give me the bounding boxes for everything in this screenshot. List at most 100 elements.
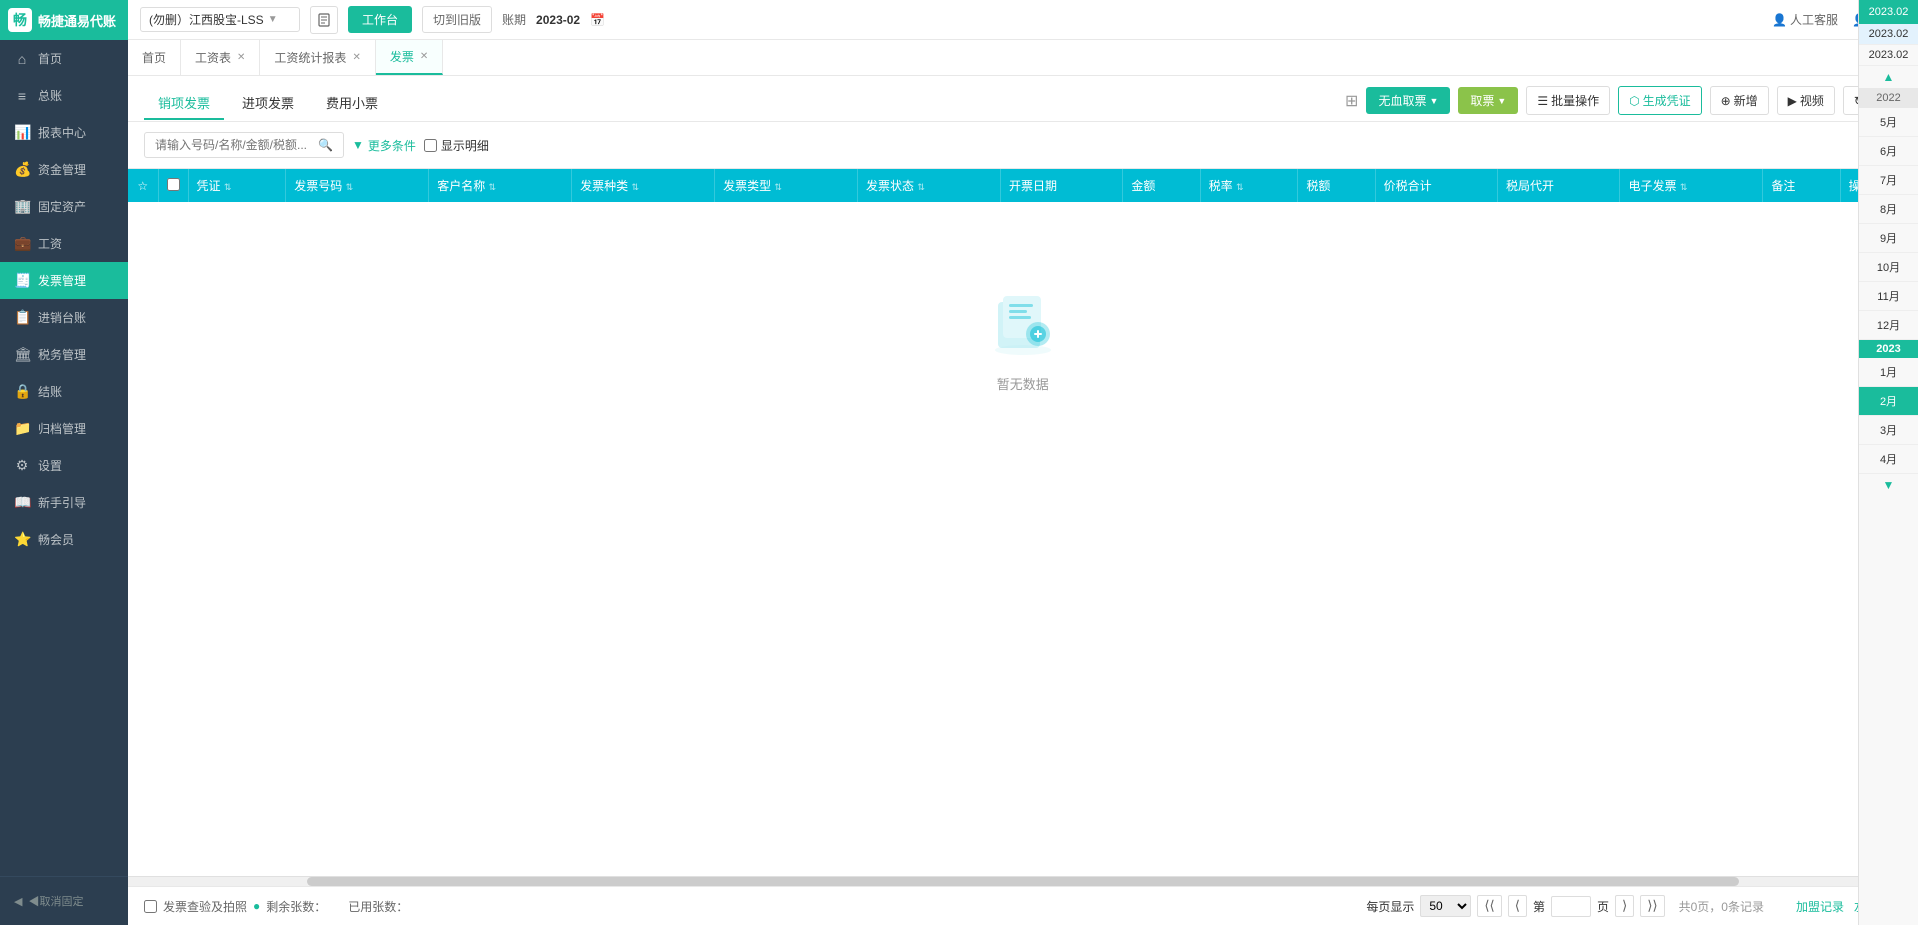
prev-page-button[interactable]: ⟨ xyxy=(1508,895,1527,917)
period-month-2-active[interactable]: 2月 xyxy=(1859,387,1918,416)
tab-salary-stats-label: 工资统计报表 xyxy=(274,49,346,66)
col-tax-incl-amount[interactable]: 价税合计 xyxy=(1375,169,1497,202)
filter-label: 更多条件 xyxy=(368,137,416,154)
col-tax-code[interactable]: 税局代开 xyxy=(1498,169,1620,202)
period-month-3[interactable]: 3月 xyxy=(1859,416,1918,445)
video-icon: ▶ xyxy=(1788,94,1797,108)
show-detail-toggle[interactable]: 显示明细 xyxy=(424,137,489,154)
sidebar: 畅 畅捷通易代账 ⌂ 首页 ≡ 总账 📊 报表中心 💰 资金管理 🏢 固定资产 … xyxy=(0,0,128,925)
col-invoice-type[interactable]: 发票种类 ⇅ xyxy=(572,169,715,202)
fixed-assets-icon: 🏢 xyxy=(14,198,30,215)
period-month-10[interactable]: 10月 xyxy=(1859,253,1918,282)
customer-service-button[interactable]: 👤 人工客服 xyxy=(1772,11,1838,28)
period-scroll-down[interactable]: ▼ xyxy=(1859,474,1918,496)
sidebar-item-tax-mgmt[interactable]: 🏛 税务管理 xyxy=(0,336,128,373)
sidebar-item-vip[interactable]: ⭐ 畅会员 xyxy=(0,521,128,558)
no-ticket-button[interactable]: 无血取票 ▼ xyxy=(1366,87,1450,114)
sidebar-item-fixed-assets[interactable]: 🏢 固定资产 xyxy=(0,188,128,225)
sub-tab-sales[interactable]: 销项发票 xyxy=(144,87,224,120)
col-customer[interactable]: 客户名称 ⇅ xyxy=(429,169,572,202)
sidebar-item-settings[interactable]: ⚙ 设置 xyxy=(0,447,128,484)
close-books-icon: 🔒 xyxy=(14,383,30,400)
period-month-8[interactable]: 8月 xyxy=(1859,195,1918,224)
col-amount[interactable]: 金额 xyxy=(1123,169,1200,202)
tab-salary-close[interactable]: ✕ xyxy=(237,52,245,63)
sidebar-item-close[interactable]: 🔒 结账 xyxy=(0,373,128,410)
last-page-button[interactable]: ⟩⟩ xyxy=(1640,895,1664,917)
new-button[interactable]: ⊕ 新增 xyxy=(1710,86,1769,115)
period-month-7[interactable]: 7月 xyxy=(1859,166,1918,195)
sidebar-item-label: 资金管理 xyxy=(38,161,86,178)
tab-invoice[interactable]: 发票 ✕ xyxy=(376,40,443,75)
period-month-9[interactable]: 9月 xyxy=(1859,224,1918,253)
next-page-button[interactable]: ⟩ xyxy=(1615,895,1634,917)
voucher-sort-icon: ⇅ xyxy=(224,182,232,192)
sidebar-item-salary[interactable]: 💼 工资 xyxy=(0,225,128,262)
more-filter-button[interactable]: ▼ 更多条件 xyxy=(352,137,416,154)
col-invoice-no[interactable]: 发票号码 ⇅ xyxy=(286,169,429,202)
verify-checkbox[interactable] xyxy=(144,900,157,913)
sidebar-item-ledger[interactable]: ≡ 总账 xyxy=(0,77,128,114)
col-tax[interactable]: 税额 xyxy=(1298,169,1375,202)
tab-invoice-close[interactable]: ✕ xyxy=(420,51,428,62)
period-month-11[interactable]: 11月 xyxy=(1859,282,1918,311)
tab-home[interactable]: 首页 xyxy=(128,40,181,75)
sidebar-item-guide[interactable]: 📖 新手引导 xyxy=(0,484,128,521)
invoice-status-sort-icon: ⇅ xyxy=(917,182,925,192)
sidebar-item-archive[interactable]: 📁 归档管理 xyxy=(0,410,128,447)
col-invoice-status[interactable]: 发票状态 ⇅ xyxy=(858,169,1001,202)
company-selector[interactable]: (勿删）江西股宝-LSS ▼ xyxy=(140,7,300,32)
bulk-op-button[interactable]: ☰ 批量操作 xyxy=(1526,86,1610,115)
document-icon-button[interactable] xyxy=(310,6,338,34)
page-input[interactable]: 1 xyxy=(1551,896,1591,917)
period-month-6[interactable]: 6月 xyxy=(1859,137,1918,166)
grid-view-icon[interactable]: ⊞ xyxy=(1345,91,1358,111)
first-page-button[interactable]: ⟨⟨ xyxy=(1477,895,1501,917)
period-panel-open-button[interactable]: 2023.02 xyxy=(1859,0,1918,24)
sub-tab-expense[interactable]: 费用小票 xyxy=(312,87,392,120)
sub-tab-purchase[interactable]: 进项发票 xyxy=(228,87,308,120)
col-invoice-category[interactable]: 发票类型 ⇅ xyxy=(715,169,858,202)
col-tax-rate[interactable]: 税率 ⇅ xyxy=(1200,169,1298,202)
gen-cert-button[interactable]: ⬡ 生成凭证 xyxy=(1618,86,1702,115)
period-month-4[interactable]: 4月 xyxy=(1859,445,1918,474)
sidebar-item-label: 固定资产 xyxy=(38,198,86,215)
video-button[interactable]: ▶ 视频 xyxy=(1777,86,1835,115)
period-scroll-up[interactable]: ▲ xyxy=(1859,66,1918,88)
col-electronic[interactable]: 电子发票 ⇅ xyxy=(1620,169,1763,202)
period-month-1[interactable]: 1月 xyxy=(1859,358,1918,387)
per-page-select[interactable]: 50 100 xyxy=(1420,895,1471,917)
workbench-button[interactable]: 工作台 xyxy=(348,6,412,33)
sidebar-item-report[interactable]: 📊 报表中心 xyxy=(0,114,128,151)
calendar-icon[interactable]: 📅 xyxy=(590,13,605,27)
show-detail-checkbox[interactable] xyxy=(424,139,437,152)
search-input[interactable] xyxy=(155,138,314,152)
salary-icon: 💼 xyxy=(14,235,30,252)
period-month-12[interactable]: 12月 xyxy=(1859,311,1918,340)
tab-salary-stats[interactable]: 工资统计报表 ✕ xyxy=(260,40,375,75)
search-icon[interactable]: 🔍 xyxy=(318,138,333,152)
period-row-highlight-1[interactable]: 2023.02 xyxy=(1859,24,1918,45)
used-label: 已用张数： xyxy=(348,898,408,915)
tax-mgmt-icon: 🏛 xyxy=(14,346,30,363)
toolbar-left: 🔍 ▼ 更多条件 显示明细 xyxy=(144,132,1902,158)
tab-salary-stats-close[interactable]: ✕ xyxy=(352,52,360,63)
ticket-button[interactable]: 取票 ▼ xyxy=(1458,87,1518,114)
period-month-5[interactable]: 5月 xyxy=(1859,108,1918,137)
select-all-checkbox[interactable] xyxy=(167,178,180,191)
tab-salary[interactable]: 工资表 ✕ xyxy=(181,40,260,75)
verify-dot: ● xyxy=(253,899,260,913)
sidebar-item-invoice-mgmt[interactable]: 🧾 发票管理 xyxy=(0,262,128,299)
home-icon: ⌂ xyxy=(14,51,30,67)
switch-version-button[interactable]: 切到旧版 xyxy=(422,6,492,33)
ledger-icon: ≡ xyxy=(14,88,30,104)
col-voucher[interactable]: 凭证 ⇅ xyxy=(188,169,286,202)
sidebar-item-sales-ledger[interactable]: 📋 进销台账 xyxy=(0,299,128,336)
col-remark[interactable]: 备注 xyxy=(1763,169,1840,202)
period-row-2[interactable]: 2023.02 xyxy=(1859,45,1918,66)
sidebar-item-home[interactable]: ⌂ 首页 xyxy=(0,40,128,77)
col-issue-date[interactable]: 开票日期 xyxy=(1000,169,1122,202)
sidebar-item-funds[interactable]: 💰 资金管理 xyxy=(0,151,128,188)
sidebar-collapse-button[interactable]: ◀ ◀取消固定 xyxy=(0,885,128,917)
join-record-link[interactable]: 加盟记录 xyxy=(1796,898,1844,915)
